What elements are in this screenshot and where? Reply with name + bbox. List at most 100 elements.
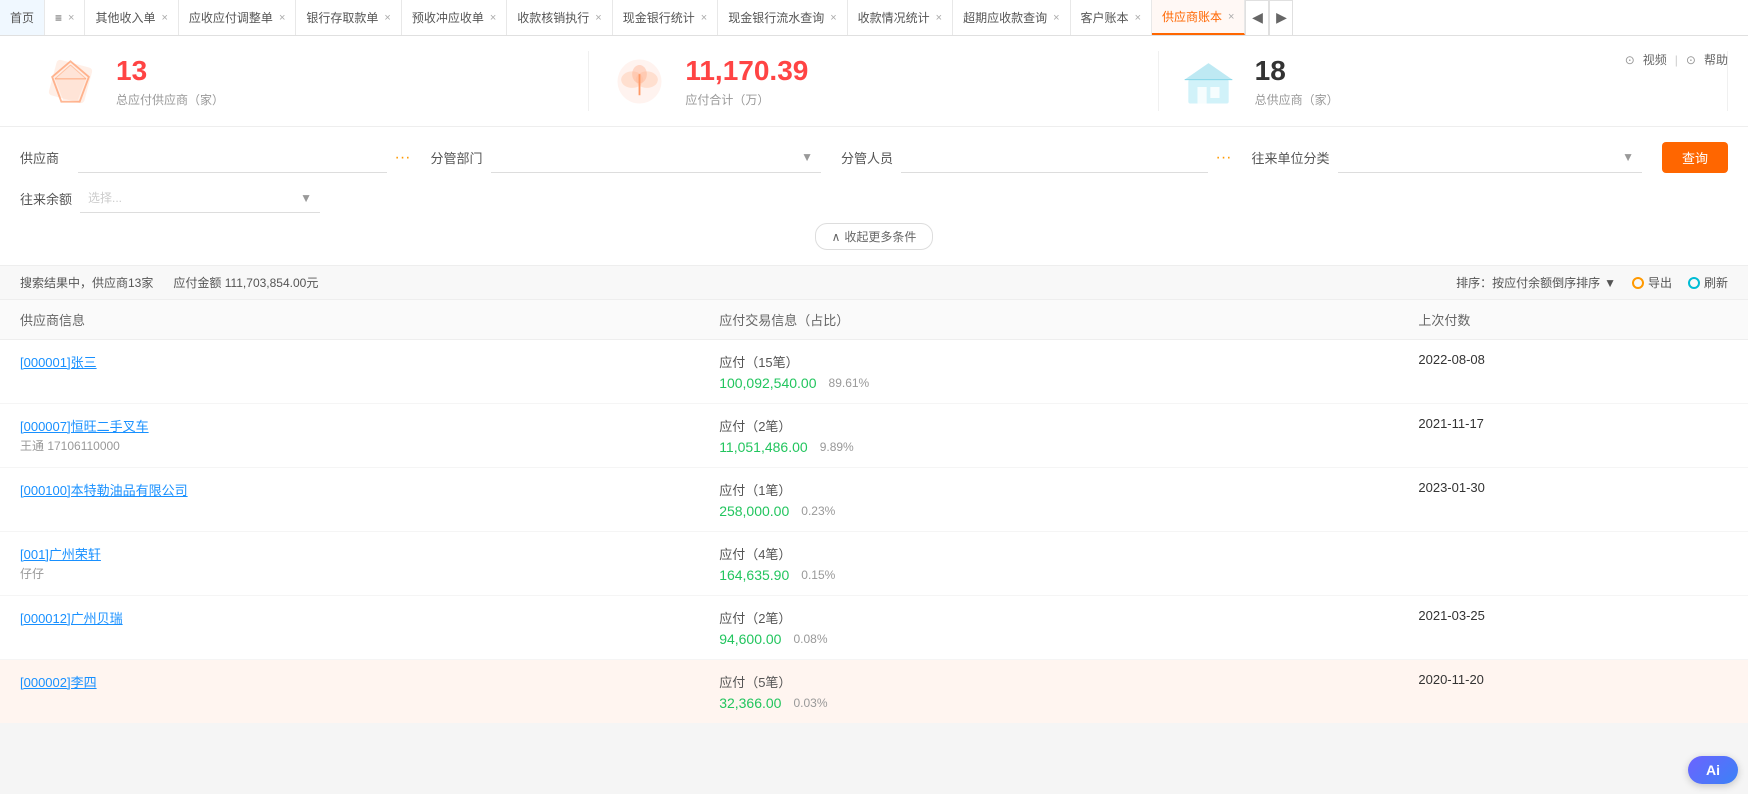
supplier-link[interactable]: [000012]广州贝瑞	[20, 611, 123, 626]
payable-label: 应付（2笔）	[719, 416, 1378, 435]
col-last-pay: 上次付数	[1398, 300, 1748, 340]
supplier-link[interactable]: [001]广州荣轩	[20, 547, 101, 562]
payable-percent: 0.03%	[793, 696, 827, 710]
query-button[interactable]: 查询	[1662, 142, 1728, 173]
payable-amount[interactable]: 32,366.00	[719, 695, 781, 711]
tab-t3-close[interactable]: ×	[68, 12, 74, 24]
tab-supplier-account[interactable]: 供应商账本 ×	[1152, 0, 1245, 35]
plant-icon	[609, 51, 669, 111]
table-row: [001]广州荣轩仔仔应付（4笔）164,635.900.15%	[0, 532, 1748, 596]
help-icon: ⊙	[1686, 53, 1696, 67]
supplier-link[interactable]: [000001]张三	[20, 355, 97, 370]
balance-chevron-icon: ▼	[300, 191, 312, 205]
tab-supplier-account-label: 供应商账本	[1162, 8, 1222, 25]
tab-collect-stat-label: 收款情况统计	[858, 9, 930, 26]
payable-amount[interactable]: 100,092,540.00	[719, 375, 816, 391]
video-link[interactable]: 视频	[1643, 51, 1667, 68]
table-row: [000007]恒旺二手叉车王通 17106110000应付（2笔）11,051…	[0, 404, 1748, 468]
supplier-link[interactable]: [000002]李四	[20, 675, 97, 690]
tab-other-income-close[interactable]: ×	[161, 12, 167, 24]
nav-prev-button[interactable]: ◀	[1245, 0, 1269, 36]
tab-bank-deposit-close[interactable]: ×	[384, 12, 390, 24]
card3-number: 18	[1255, 54, 1339, 88]
video-icon: ⊙	[1625, 53, 1635, 67]
filter-category: 往来单位分类 ▼	[1252, 143, 1643, 173]
result-actions: 排序：按应付余额倒序排序 ▼ 导出 刷新	[1456, 274, 1728, 291]
supplier-dots-icon[interactable]: ···	[395, 149, 411, 167]
supplier-table: 供应商信息 应付交易信息（占比） 上次付数 [000001]张三应付（15笔）1…	[0, 300, 1748, 724]
card2-number: 11,170.39	[685, 54, 808, 88]
ai-badge[interactable]: Ai	[1688, 756, 1738, 784]
balance-select-value: 选择...	[88, 189, 122, 206]
person-dots-icon[interactable]: ···	[1216, 149, 1232, 167]
summary-bar: 13 总应付供应商（家） 11,170.39 应付合计（万）	[0, 36, 1748, 127]
export-button[interactable]: 导出	[1632, 274, 1672, 291]
payable-amount[interactable]: 94,600.00	[719, 631, 781, 647]
card2-label: 应付合计（万）	[685, 91, 808, 108]
table-row: [000002]李四应付（5笔）32,366.000.03%2020-11-20	[0, 660, 1748, 724]
table-row: [000012]广州贝瑞应付（2笔）94,600.000.08%2021-03-…	[0, 596, 1748, 660]
tab-cash-bank-flow[interactable]: 现金银行流水查询 ×	[718, 0, 847, 35]
tab-cash-bank-stat[interactable]: 现金银行统计 ×	[613, 0, 718, 35]
supplier-input[interactable]	[78, 143, 387, 173]
payable-amount[interactable]: 11,051,486.00	[719, 439, 808, 455]
card1-info: 13 总应付供应商（家）	[116, 54, 224, 109]
supplier-info-cell: [000012]广州贝瑞	[0, 596, 699, 660]
result-info: 搜索结果中，供应商13家 应付金额 111,703,854.00元	[20, 274, 318, 291]
tab-supplier-account-close[interactable]: ×	[1228, 11, 1234, 23]
supplier-link[interactable]: [000100]本特勒油品有限公司	[20, 483, 188, 498]
payable-label: 应付（1笔）	[719, 480, 1378, 499]
tab-bank-deposit[interactable]: 银行存取款单 ×	[296, 0, 401, 35]
tab-cash-bank-flow-close[interactable]: ×	[830, 12, 836, 24]
tab-collect-exec[interactable]: 收款核销执行 ×	[507, 0, 612, 35]
help-link[interactable]: 帮助	[1704, 51, 1728, 68]
payable-amount[interactable]: 258,000.00	[719, 503, 789, 519]
tab-other-income[interactable]: 其他收入单 ×	[85, 0, 178, 35]
dept-select[interactable]: ▼	[491, 143, 821, 173]
store-icon	[1179, 51, 1239, 111]
refresh-label: 刷新	[1704, 274, 1728, 291]
nav-next-button[interactable]: ▶	[1269, 0, 1293, 36]
tab-overdue-collect[interactable]: 超期应收款查询 ×	[953, 0, 1070, 35]
sort-dropdown[interactable]: 排序：按应付余额倒序排序 ▼	[1456, 274, 1616, 291]
tab-ap-adjust-label: 应收应付调整单	[189, 9, 273, 26]
supplier-link[interactable]: [000007]恒旺二手叉车	[20, 419, 149, 434]
tab-cash-bank-flow-label: 现金银行流水查询	[728, 9, 824, 26]
tab-overdue-collect-close[interactable]: ×	[1053, 12, 1059, 24]
tab-customer-account-close[interactable]: ×	[1135, 12, 1141, 24]
tab-ap-adjust[interactable]: 应收应付调整单 ×	[179, 0, 296, 35]
tab-advance-collect[interactable]: 预收冲应收单 ×	[402, 0, 507, 35]
tab-ap-adjust-close[interactable]: ×	[279, 12, 285, 24]
tab-home[interactable]: 首页	[0, 0, 45, 35]
tab-t3-label: ≡	[55, 11, 62, 25]
balance-select[interactable]: 选择... ▼	[80, 183, 320, 213]
tab-collect-stat[interactable]: 收款情况统计 ×	[848, 0, 953, 35]
collapse-row: ∧ 收起更多条件	[20, 223, 1728, 250]
payable-amount[interactable]: 164,635.90	[719, 567, 789, 583]
tab-collect-exec-close[interactable]: ×	[595, 12, 601, 24]
category-select[interactable]: ▼	[1338, 143, 1642, 173]
supplier-info-cell: [001]广州荣轩仔仔	[0, 532, 699, 596]
tab-customer-account[interactable]: 客户账本 ×	[1071, 0, 1152, 35]
tab-collect-stat-close[interactable]: ×	[936, 12, 942, 24]
result-bar: 搜索结果中，供应商13家 应付金额 111,703,854.00元 排序：按应付…	[0, 266, 1748, 300]
summary-card-payable-total: 11,170.39 应付合计（万）	[589, 51, 1158, 111]
export-label: 导出	[1648, 274, 1672, 291]
tab-advance-collect-close[interactable]: ×	[490, 12, 496, 24]
supplier-info-cell: [000002]李四	[0, 660, 699, 724]
collapse-button[interactable]: ∧ 收起更多条件	[815, 223, 934, 250]
payable-label: 应付（15笔）	[719, 352, 1378, 371]
tab-t3[interactable]: ≡ ×	[45, 0, 85, 35]
collapse-up-icon: ∧	[832, 230, 841, 244]
last-pay-cell: 2020-11-20	[1398, 660, 1748, 724]
person-label: 分管人员	[841, 148, 893, 167]
tab-cash-bank-stat-label: 现金银行统计	[623, 9, 695, 26]
tab-bank-deposit-label: 银行存取款单	[306, 9, 378, 26]
tab-cash-bank-stat-close[interactable]: ×	[701, 12, 707, 24]
filter-person: 分管人员 ···	[841, 143, 1232, 173]
person-input[interactable]	[901, 143, 1208, 173]
supplier-info-cell: [000001]张三	[0, 340, 699, 404]
collapse-label: 收起更多条件	[844, 228, 916, 245]
refresh-button[interactable]: 刷新	[1688, 274, 1728, 291]
sort-label: 排序：按应付余额倒序排序	[1456, 274, 1600, 291]
